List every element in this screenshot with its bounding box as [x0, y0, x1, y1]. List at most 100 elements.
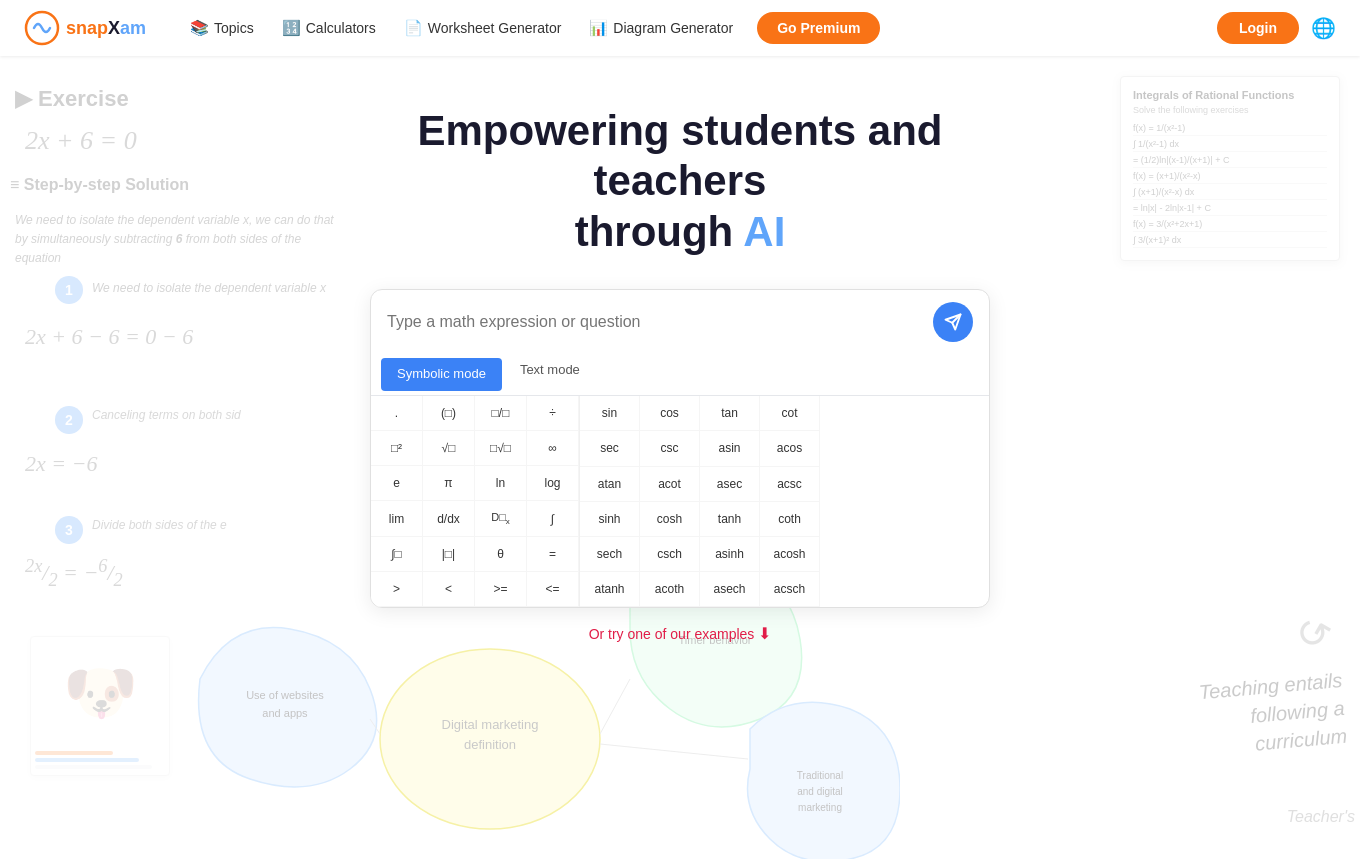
svg-text:definition: definition: [464, 737, 516, 752]
btn-int[interactable]: ∫: [527, 501, 579, 537]
svg-text:marketing: marketing: [798, 802, 842, 813]
btn-cot[interactable]: cot: [760, 396, 820, 431]
btn-ln[interactable]: ln: [475, 466, 527, 501]
translate-icon[interactable]: 🌐: [1311, 16, 1336, 40]
step2-text: Canceling terms on both sid: [92, 408, 241, 422]
topics-icon: 📚: [190, 19, 209, 37]
svg-text:and apps: and apps: [262, 707, 308, 719]
btn-lte[interactable]: <=: [527, 572, 579, 607]
btn-sin[interactable]: sin: [580, 396, 640, 431]
btn-paren[interactable]: (□): [423, 396, 475, 431]
btn-sec[interactable]: sec: [580, 431, 640, 466]
btn-sq[interactable]: □²: [371, 431, 423, 466]
step1-circle: 1: [55, 276, 83, 304]
btn-acosh[interactable]: acosh: [760, 537, 820, 572]
btn-tan[interactable]: tan: [700, 396, 760, 431]
arrow-down-icon: ⬇: [758, 624, 771, 643]
hero-title: Empowering students and teachers through…: [330, 106, 1030, 257]
calculators-icon: 🔢: [282, 19, 301, 37]
teachers-text: Teacher's: [1287, 808, 1355, 826]
nav-worksheet[interactable]: 📄 Worksheet Generator: [392, 13, 574, 43]
btn-div[interactable]: ÷: [527, 396, 579, 431]
svg-text:and digital: and digital: [797, 786, 843, 797]
btn-asec[interactable]: asec: [700, 467, 760, 502]
btn-sqrt[interactable]: √□: [423, 431, 475, 466]
login-button[interactable]: Login: [1217, 12, 1299, 44]
btn-theta[interactable]: θ: [475, 537, 527, 572]
btn-coth[interactable]: coth: [760, 502, 820, 537]
bg-eq3: 2x = −6: [25, 451, 97, 477]
bg-eq1: 2x + 6 = 0: [25, 126, 137, 156]
btn-sech[interactable]: sech: [580, 537, 640, 572]
svg-text:Traditional: Traditional: [797, 770, 843, 781]
logo-icon: [24, 10, 60, 46]
btn-D[interactable]: D□x: [475, 501, 527, 537]
btn-abs[interactable]: |□|: [423, 537, 475, 572]
btn-inf[interactable]: ∞: [527, 431, 579, 466]
mode-tabs: Symbolic mode Text mode: [371, 354, 989, 396]
search-input[interactable]: [387, 313, 933, 331]
btn-csc[interactable]: csc: [640, 431, 700, 466]
svg-text:Digital marketing: Digital marketing: [442, 717, 539, 732]
bg-eq4: 2x/2 = −6/2: [25, 556, 123, 591]
premium-button[interactable]: Go Premium: [757, 12, 880, 44]
btn-gt[interactable]: >: [371, 572, 423, 607]
btn-atan[interactable]: atan: [580, 467, 640, 502]
btn-lt[interactable]: <: [423, 572, 475, 607]
btn-cosh[interactable]: cosh: [640, 502, 700, 537]
btn-tanh[interactable]: tanh: [700, 502, 760, 537]
btn-deriv[interactable]: d/dx: [423, 501, 475, 537]
dog-worksheet: 🐶: [30, 636, 170, 776]
nav-diagram[interactable]: 📊 Diagram Generator: [577, 13, 745, 43]
btn-cos[interactable]: cos: [640, 396, 700, 431]
btn-sinh[interactable]: sinh: [580, 502, 640, 537]
main-area: ▶ Exercise 2x + 6 = 0 ≡ Step-by-step Sol…: [0, 56, 1360, 859]
examples-link[interactable]: Or try one of our examples ⬇: [589, 624, 772, 643]
btn-atanh[interactable]: atanh: [580, 572, 640, 607]
btn-acsch[interactable]: acsch: [760, 572, 820, 607]
nav-links: 📚 Topics 🔢 Calculators 📄 Worksheet Gener…: [178, 12, 1217, 44]
search-box: Symbolic mode Text mode . (□) □/□ ÷ □² √…: [370, 289, 990, 608]
btn-gte[interactable]: >=: [475, 572, 527, 607]
btn-lim[interactable]: lim: [371, 501, 423, 537]
btn-defint[interactable]: ∫□: [371, 537, 423, 572]
svg-point-1: [380, 649, 600, 829]
btn-dot[interactable]: .: [371, 396, 423, 431]
logo[interactable]: snapXam: [24, 10, 146, 46]
btn-log[interactable]: log: [527, 466, 579, 501]
solution-title: ≡ Step-by-step Solution: [10, 176, 189, 194]
btn-acos[interactable]: acos: [760, 431, 820, 466]
center-content: Empowering students and teachers through…: [330, 106, 1030, 643]
btn-frac[interactable]: □/□: [475, 396, 527, 431]
btn-asinh[interactable]: asinh: [700, 537, 760, 572]
btn-e[interactable]: e: [371, 466, 423, 501]
btn-acsc[interactable]: acsc: [760, 467, 820, 502]
svg-line-12: [600, 744, 748, 759]
worksheet-lines: [31, 747, 169, 775]
btn-asin[interactable]: asin: [700, 431, 760, 466]
nav-calculators[interactable]: 🔢 Calculators: [270, 13, 388, 43]
math-buttons-left: . (□) □/□ ÷ □² √□ □√□ ∞ e π ln log lim d…: [371, 396, 580, 607]
teaching-text: Teaching entails following a curriculum: [1198, 666, 1349, 762]
search-input-row: [371, 290, 989, 354]
btn-eq[interactable]: =: [527, 537, 579, 572]
worksheet-icon: 📄: [404, 19, 423, 37]
nav-topics[interactable]: 📚 Topics: [178, 13, 266, 43]
btn-pi[interactable]: π: [423, 466, 475, 501]
logo-text: snapXam: [66, 18, 146, 39]
step3-circle: 3: [55, 516, 83, 544]
btn-nthroot[interactable]: □√□: [475, 431, 527, 466]
svg-line-10: [370, 719, 380, 734]
btn-acot[interactable]: acot: [640, 467, 700, 502]
diagram-icon: 📊: [589, 19, 608, 37]
btn-acoth[interactable]: acoth: [640, 572, 700, 607]
svg-text:Use of websites: Use of websites: [246, 689, 324, 701]
btn-csch[interactable]: csch: [640, 537, 700, 572]
tab-text[interactable]: Text mode: [504, 354, 596, 395]
svg-line-11: [600, 679, 630, 734]
tab-symbolic[interactable]: Symbolic mode: [381, 358, 502, 391]
send-button[interactable]: [933, 302, 973, 342]
btn-asech[interactable]: asech: [700, 572, 760, 607]
bg-left-math: ▶ Exercise 2x + 6 = 0 ≡ Step-by-step Sol…: [0, 56, 380, 856]
bg-right-content: Integrals of Rational Functions Solve th…: [980, 56, 1360, 856]
